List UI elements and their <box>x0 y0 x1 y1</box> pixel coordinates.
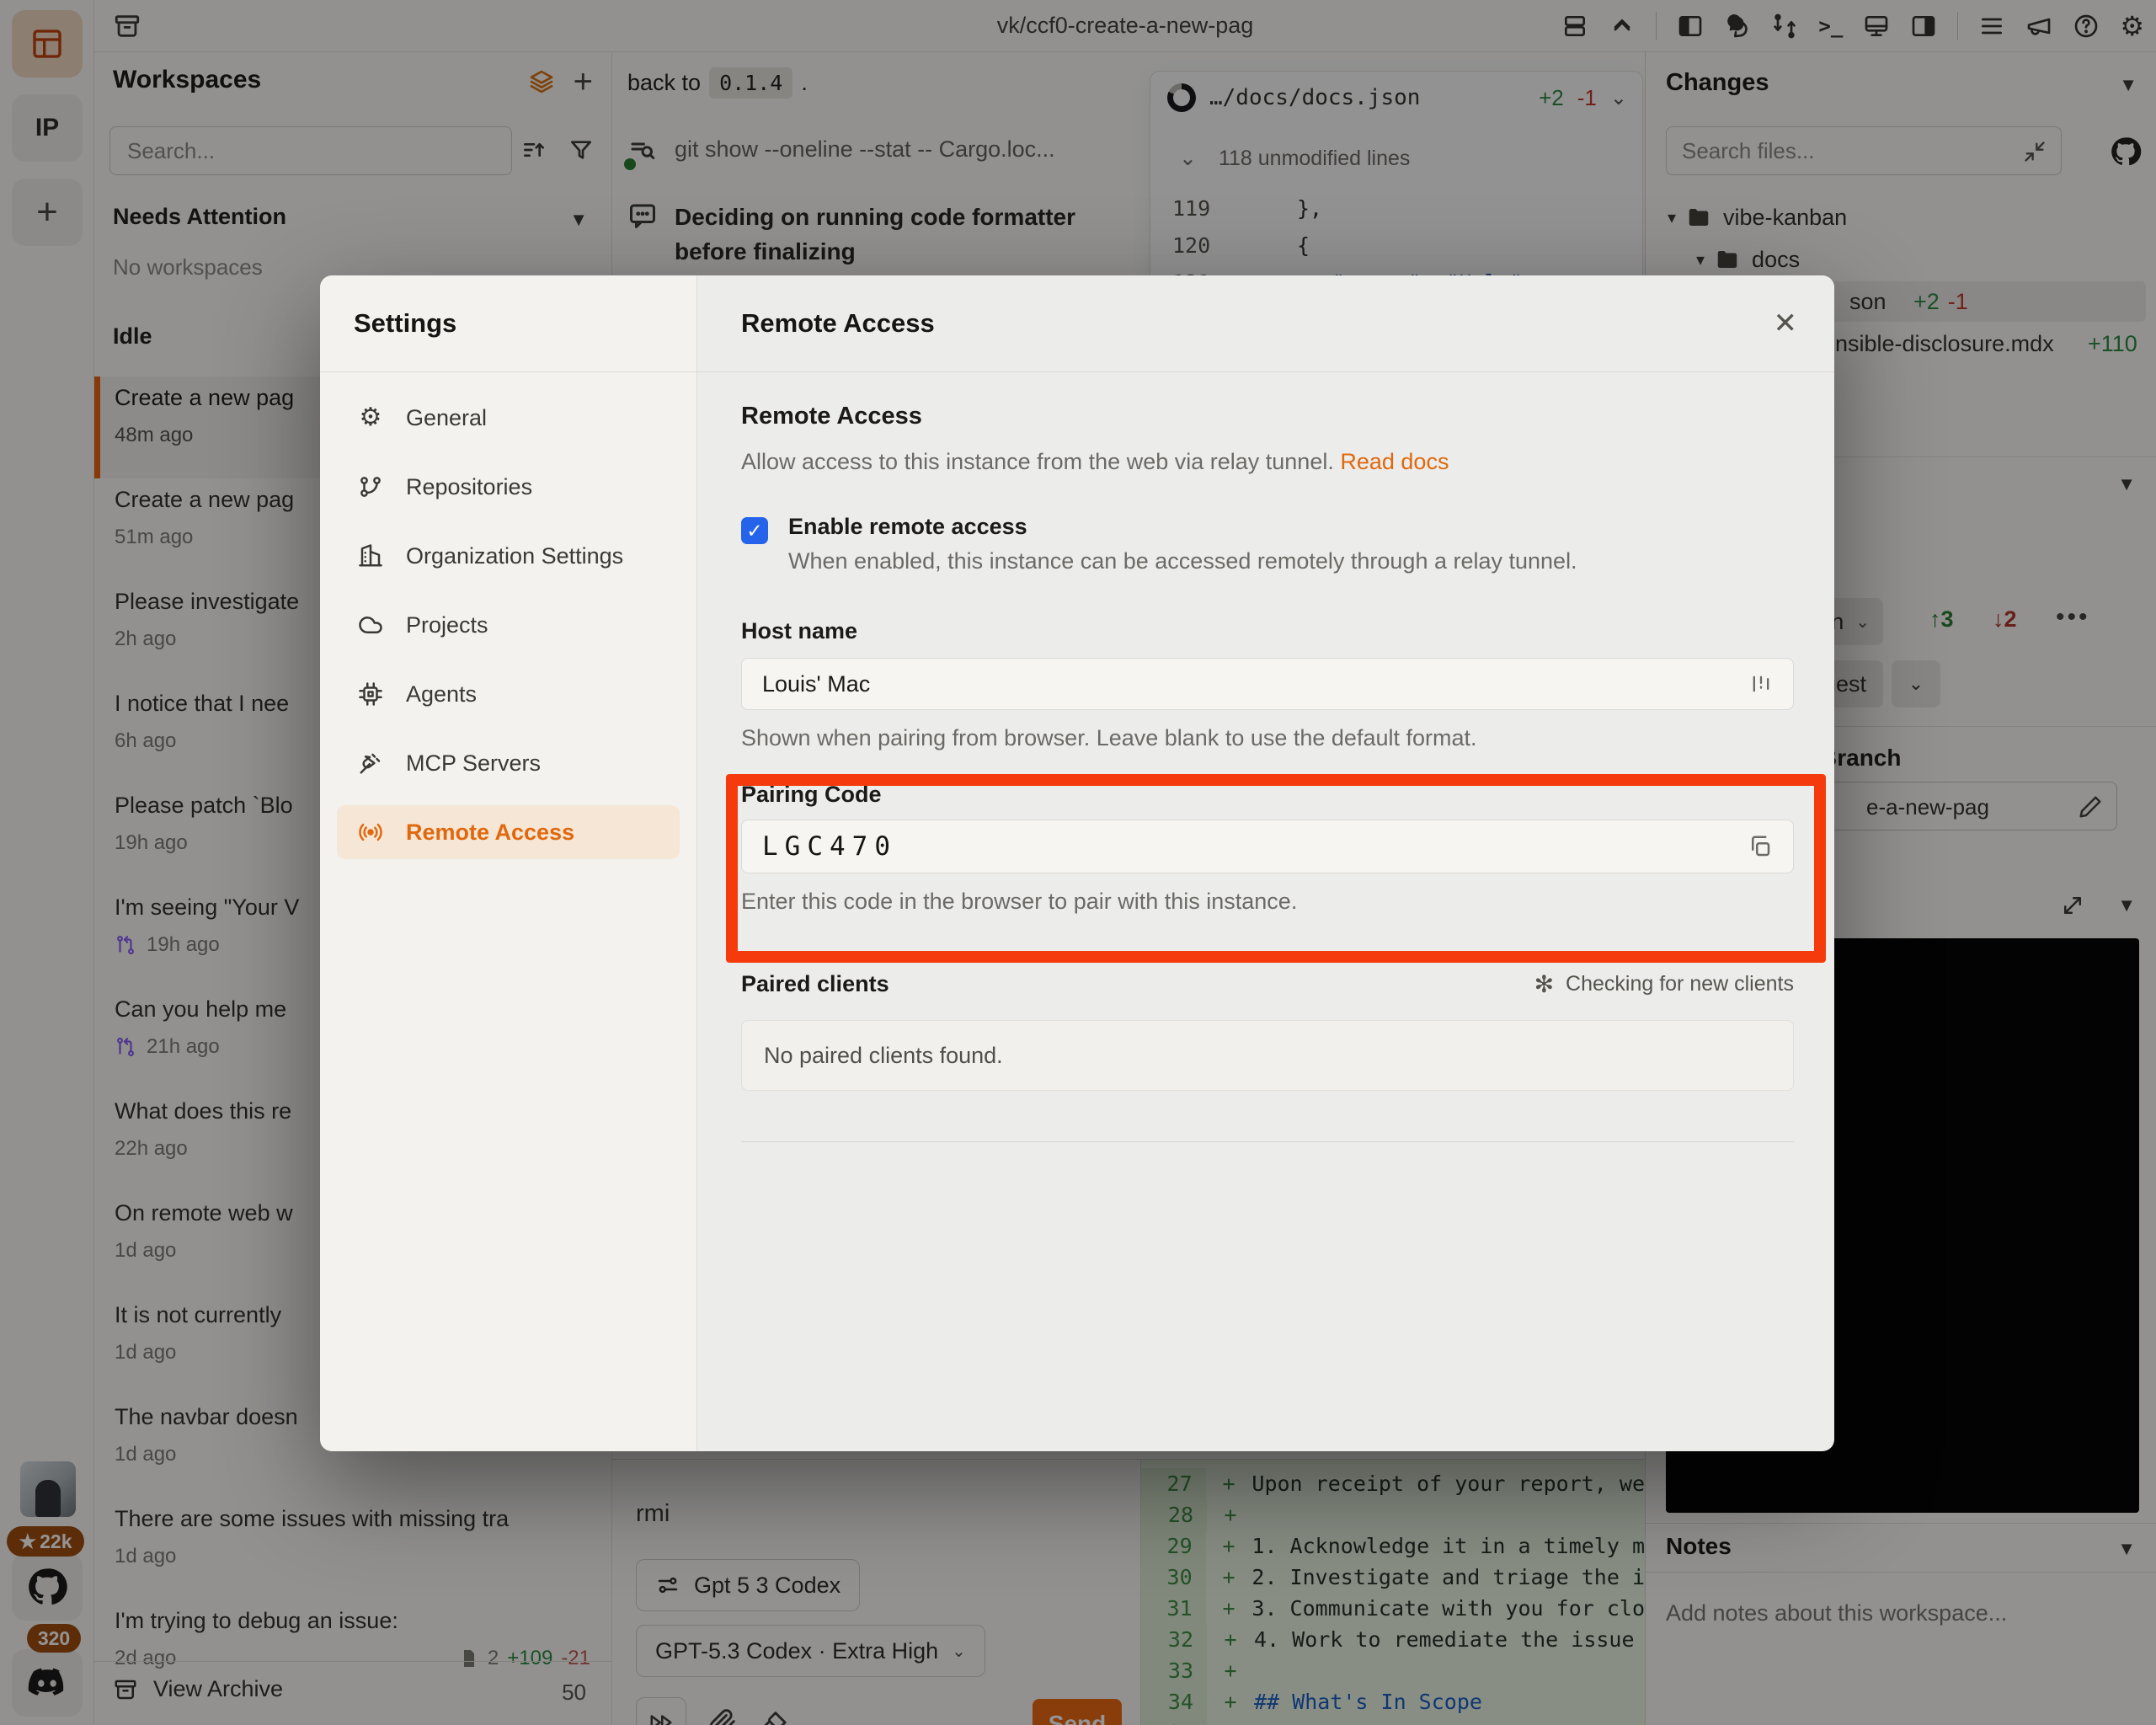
section-description: Allow access to this instance from the w… <box>741 449 1794 475</box>
copy-icon[interactable] <box>1748 834 1773 859</box>
pairing-code-help: Enter this code in the browser to pair w… <box>741 889 1794 915</box>
nav-item-general[interactable]: ⚙ General <box>337 391 680 445</box>
gear-icon: ⚙ <box>357 405 384 430</box>
settings-nav: Settings ⚙ General Repositories Organiza… <box>320 275 697 1451</box>
paired-clients-label: Paired clients <box>741 971 889 997</box>
cloud-icon <box>357 612 384 638</box>
building-icon <box>357 543 384 569</box>
nav-item-remote-access[interactable]: Remote Access <box>337 805 680 859</box>
paired-clients-empty: No paired clients found. <box>741 1020 1794 1091</box>
enable-label: Enable remote access <box>788 514 1577 540</box>
section-title: Remote Access <box>741 403 1794 430</box>
paired-clients-status: ✻ Checking for new clients <box>1534 970 1794 998</box>
pairing-code-field[interactable]: LGC470 <box>741 820 1794 873</box>
cpu-icon <box>357 681 384 707</box>
check-icon: ✓ <box>746 520 762 542</box>
git-branch-icon <box>357 474 384 499</box>
radio-waves-icon <box>357 820 384 845</box>
pairing-code-value: LGC470 <box>762 831 897 862</box>
pairing-code-label: Pairing Code <box>741 782 1794 808</box>
enable-description: When enabled, this instance can be acces… <box>788 548 1577 574</box>
settings-content: Remote Access ✕ Remote Access Allow acce… <box>697 275 1834 1451</box>
host-name-label: Host name <box>741 618 1794 644</box>
nav-item-repositories[interactable]: Repositories <box>337 460 680 514</box>
read-docs-link[interactable]: Read docs <box>1340 449 1449 474</box>
settings-title: Settings <box>354 308 456 339</box>
host-name-field[interactable]: Louis' Mac <box>741 658 1794 710</box>
app-window: IP + ★22k 320 vk/ccf0-create-a-new-pag <box>0 0 2156 1725</box>
nav-item-agents[interactable]: Agents <box>337 667 680 721</box>
format-bars-icon[interactable] <box>1749 672 1773 696</box>
close-icon[interactable]: ✕ <box>1774 309 1798 338</box>
settings-modal: Settings ⚙ General Repositories Organiza… <box>320 275 1834 1451</box>
nav-item-mcp-servers[interactable]: MCP Servers <box>337 736 680 790</box>
spinner-icon: ✻ <box>1534 970 1554 998</box>
enable-remote-access-checkbox[interactable]: ✓ <box>741 517 768 544</box>
panel-title: Remote Access <box>741 308 935 339</box>
divider <box>741 1141 1794 1142</box>
host-name-help: Shown when pairing from browser. Leave b… <box>741 725 1794 751</box>
nav-item-organization-settings[interactable]: Organization Settings <box>337 529 680 583</box>
plug-icon <box>357 750 384 776</box>
nav-item-projects[interactable]: Projects <box>337 598 680 652</box>
